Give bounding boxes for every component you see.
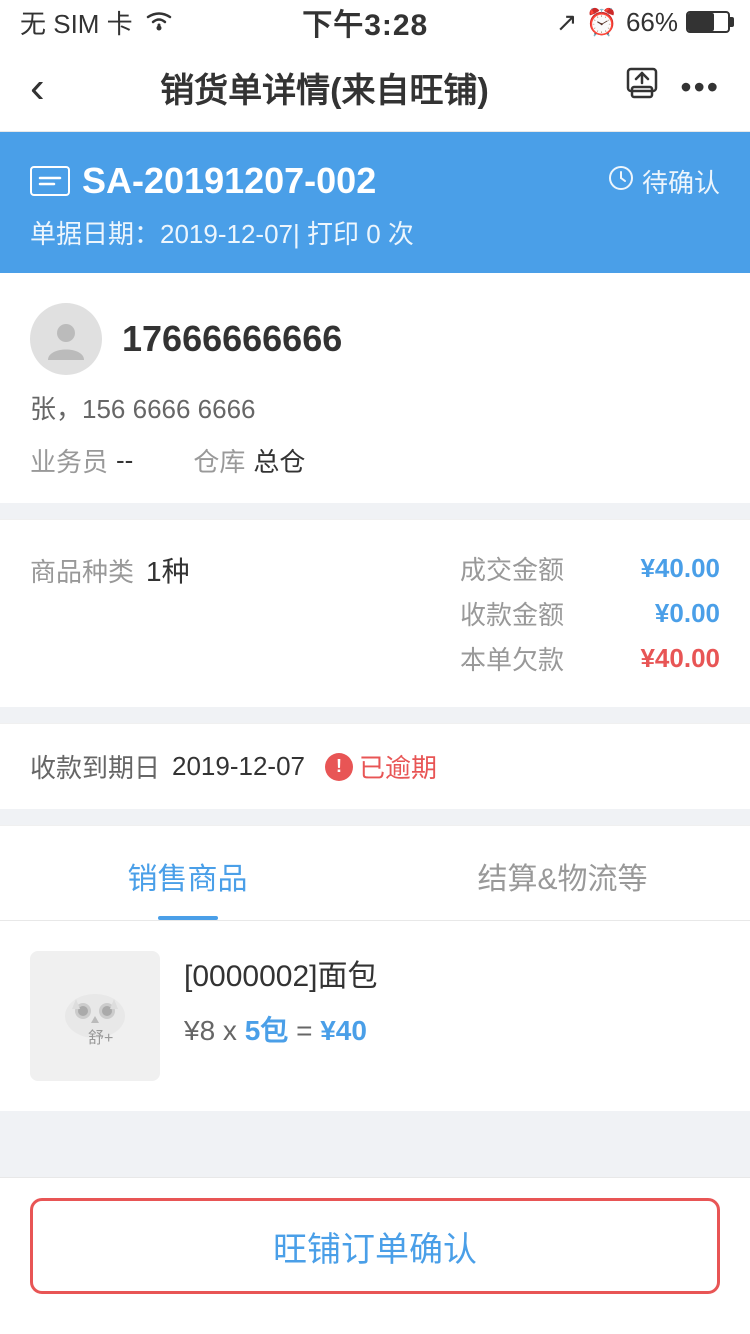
nav-actions: ••• [624,65,720,110]
wifi-icon [143,7,175,38]
carrier-label: 无 SIM 卡 [20,4,133,41]
tabs-row: 销售商品 结算&物流等 [0,826,750,921]
order-status: 待确认 [608,163,720,200]
salesperson-label: 业务员 [30,442,108,479]
customer-phone: 17666666666 [122,318,342,360]
product-info: [0000002]面包 ¥8 x 5包 = ¥40 [184,951,720,1049]
alarm-icon: ⏰ [586,7,618,38]
product-price-row: ¥8 x 5包 = ¥40 [184,1009,720,1049]
price-unit: ¥8 [184,1015,215,1046]
confirm-order-button[interactable]: 旺铺订单确认 [30,1198,720,1294]
avatar [30,303,102,375]
amounts-section: 成交金额 ¥40.00 收款金额 ¥0.00 本单欠款 ¥40.00 [460,550,720,677]
status-bar: 无 SIM 卡 下午3:28 ↗ ⏰ 66% [0,0,750,44]
overdue-icon: ! [325,753,353,781]
received-row: 收款金额 ¥0.00 [460,595,720,632]
transaction-row: 成交金额 ¥40.00 [460,550,720,587]
order-header: SA-20191207-002 待确认 单据日期：2019-12-07| 打印 … [0,132,750,273]
page-title: 销货单详情(来自旺铺) [25,63,625,112]
customer-name: 张，156 6666 6666 [30,389,720,426]
order-date-info: 单据日期：2019-12-07| 打印 0 次 [30,214,720,251]
time-display: 下午3:28 [302,0,428,44]
due-date-value: 2019-12-07 [172,751,305,782]
order-icon [30,166,70,196]
status-text: 待确认 [642,163,720,200]
svg-text:舒+: 舒+ [88,1029,113,1047]
tab-settlement[interactable]: 结算&物流等 [375,826,750,920]
product-types: 商品种类 1种 [30,550,190,590]
overdue-text: 已逾期 [359,748,437,785]
battery-icon [686,11,730,33]
product-types-value: 1种 [146,550,190,590]
product-row: 舒+ [0000002]面包 ¥8 x 5包 = ¥40 [30,951,720,1081]
equals-sign: = [288,1015,320,1046]
owed-row: 本单欠款 ¥40.00 [460,640,720,677]
warehouse-item: 仓库 总仓 [193,442,305,479]
product-types-label: 商品种类 [30,552,134,589]
due-date-section: 收款到期日 2019-12-07 ! 已逾期 [0,724,750,809]
tab-sales[interactable]: 销售商品 [0,826,375,920]
received-value: ¥0.00 [655,598,720,629]
quantity: 5包 [245,1015,289,1046]
product-name: [0000002]面包 [184,951,720,995]
more-icon[interactable]: ••• [680,69,720,106]
salesperson-value: -- [116,445,133,476]
total-amount: ¥40 [320,1015,367,1046]
nav-bar: ‹ 销货单详情(来自旺铺) ••• [0,44,750,132]
owed-label: 本单欠款 [460,640,564,677]
stats-section: 商品种类 1种 成交金额 ¥40.00 收款金额 ¥0.00 本单欠款 ¥40.… [0,520,750,707]
customer-section: 17666666666 张，156 6666 6666 业务员 -- 仓库 总仓 [0,273,750,503]
overdue-badge: ! 已逾期 [325,748,437,785]
location-icon: ↗ [556,7,578,38]
product-section: 舒+ [0000002]面包 ¥8 x 5包 = ¥40 [0,921,750,1111]
order-number: SA-20191207-002 [82,160,376,202]
order-id-section: SA-20191207-002 [30,160,376,202]
status-right: ↗ ⏰ 66% [556,7,730,38]
bottom-action-area: 旺铺订单确认 [0,1177,750,1334]
warehouse-value: 总仓 [253,442,305,479]
due-label: 收款到期日 [30,748,160,785]
warehouse-label: 仓库 [193,442,245,479]
owed-value: ¥40.00 [640,643,720,674]
product-thumbnail: 舒+ [30,951,160,1081]
battery-percent: 66% [626,7,678,38]
status-left: 无 SIM 卡 [20,4,175,41]
customer-meta: 业务员 -- 仓库 总仓 [30,442,720,479]
share-icon[interactable] [624,65,660,110]
tabs-section: 销售商品 结算&物流等 [0,826,750,921]
transaction-label: 成交金额 [460,550,564,587]
salesperson-item: 业务员 -- [30,442,133,479]
transaction-value: ¥40.00 [640,553,720,584]
received-label: 收款金额 [460,595,564,632]
multiply-sign: x [215,1015,245,1046]
clock-icon [608,165,634,198]
